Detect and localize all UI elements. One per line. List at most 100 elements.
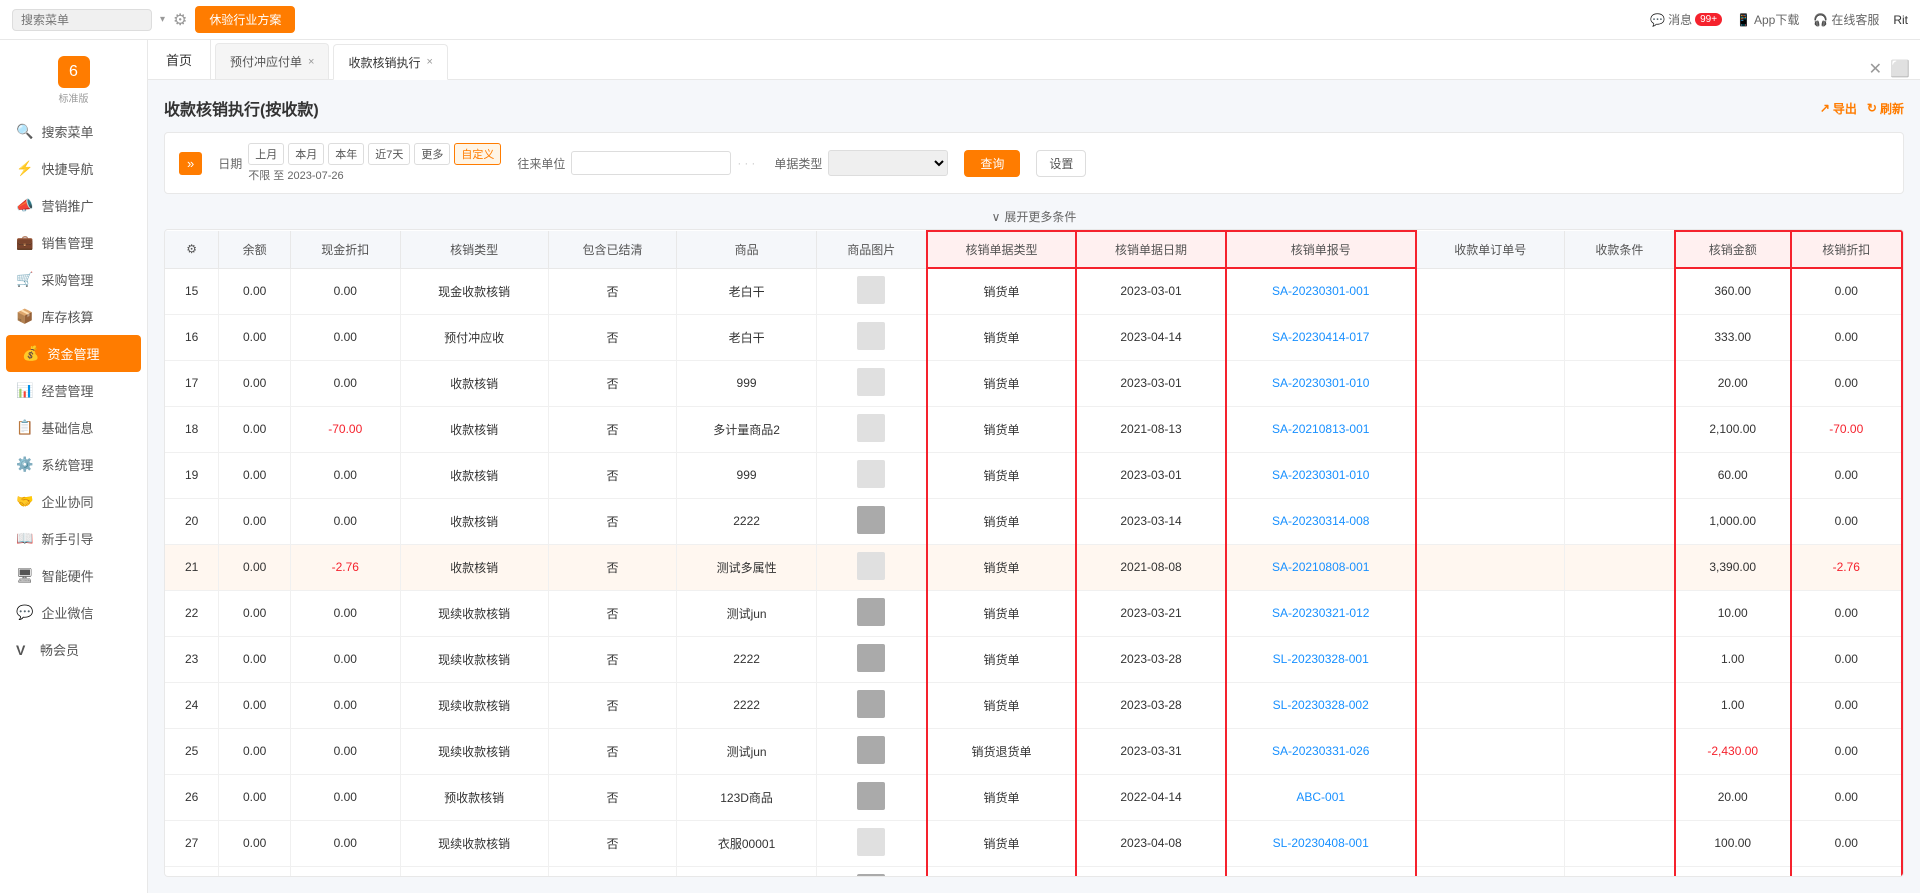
cell-receipt-condition bbox=[1564, 636, 1675, 682]
maximize-icon[interactable]: ⬜ bbox=[1890, 59, 1910, 79]
sidebar-item-finance[interactable]: 💰 资金管理 bbox=[6, 335, 141, 372]
voucher-type-select[interactable] bbox=[828, 150, 948, 176]
tab-prepayment-close[interactable]: × bbox=[308, 56, 314, 68]
sidebar-item-quicknav[interactable]: ⚡ 快捷导航 bbox=[0, 150, 147, 187]
sidebar-item-member[interactable]: V 畅会员 bbox=[0, 631, 147, 668]
cell-cancel-discount: -70.00 bbox=[1791, 406, 1902, 452]
sidebar-item-enterprise[interactable]: 🤝 企业协同 bbox=[0, 483, 147, 520]
refresh-icon: ↻ bbox=[1867, 101, 1877, 115]
cell-product-image bbox=[816, 406, 927, 452]
cell-receipt-condition bbox=[1564, 590, 1675, 636]
th-cancel-bill-date: 核销单据日期 bbox=[1076, 231, 1225, 268]
sidebar-item-hardware[interactable]: 🖥 智能硬件 bbox=[0, 557, 147, 594]
sidebar-item-system[interactable]: ⚙️ 系统管理 bbox=[0, 446, 147, 483]
sidebar-item-purchase[interactable]: 🛒 采购管理 bbox=[0, 261, 147, 298]
cell-include-settled: 否 bbox=[548, 314, 677, 360]
sidebar-item-marketing[interactable]: 📣 营销推广 bbox=[0, 187, 147, 224]
th-cancel-discount: 核销折扣 bbox=[1791, 231, 1902, 268]
cell-cancel-bill-no[interactable]: SA-20230301-010 bbox=[1226, 360, 1416, 406]
date-btn-more[interactable]: 更多 bbox=[414, 143, 450, 165]
close-window-icon[interactable]: ✕ bbox=[1869, 59, 1882, 79]
cell-cancel-bill-no[interactable]: SA-20230301-010 bbox=[1226, 452, 1416, 498]
cell-cancel-bill-no[interactable]: SA-20230331-026 bbox=[1226, 728, 1416, 774]
cell-cash-discount: 0.00 bbox=[290, 682, 400, 728]
logo-icon: 6 bbox=[58, 56, 90, 88]
cell-cash-discount: 0.00 bbox=[290, 820, 400, 866]
message-section[interactable]: 💬 消息 99+ bbox=[1650, 11, 1722, 28]
tab-home[interactable]: 首页 bbox=[148, 40, 211, 79]
table-row: 17 0.00 0.00 收款核销 否 999 销货单 2023-03-01 S… bbox=[165, 360, 1902, 406]
tab-cancel-execution[interactable]: 收款核销执行 × bbox=[333, 44, 447, 80]
th-cancel-bill-no: 核销单报号 bbox=[1226, 231, 1416, 268]
app-download[interactable]: 📱 App下载 bbox=[1736, 11, 1799, 28]
cell-product: 999 bbox=[677, 360, 816, 406]
date-btn-7days[interactable]: 近7天 bbox=[368, 143, 410, 165]
cell-cancel-bill-no[interactable]: ABC-001 bbox=[1226, 774, 1416, 820]
solution-button[interactable]: 休验行业方案 bbox=[195, 6, 295, 33]
filter-toggle-button[interactable]: » bbox=[179, 152, 202, 175]
cell-cancel-bill-no[interactable]: SL-20230408-001 bbox=[1226, 820, 1416, 866]
cell-product: 2222 bbox=[677, 682, 816, 728]
data-table: ⚙ 余额 现金折扣 核销类型 包含已结清 商品 商品图片 核销单据类型 核销单据… bbox=[165, 230, 1903, 877]
cell-cash-discount: 0.00 bbox=[290, 636, 400, 682]
setting-button[interactable]: 设置 bbox=[1036, 150, 1086, 177]
date-btn-this-month[interactable]: 本月 bbox=[288, 143, 324, 165]
cell-cancel-discount: -2.76 bbox=[1791, 544, 1902, 590]
cell-cancel-bill-no[interactable]: SL-20230328-002 bbox=[1226, 682, 1416, 728]
cell-cancel-bill-no[interactable]: SL-20230418-001 bbox=[1226, 866, 1416, 877]
th-gear[interactable]: ⚙ bbox=[165, 231, 219, 268]
cell-cancel-amount: 10.00 bbox=[1675, 590, 1791, 636]
cell-cancel-bill-no[interactable]: SL-20230328-001 bbox=[1226, 636, 1416, 682]
cell-include-settled: 否 bbox=[548, 774, 677, 820]
search-input[interactable] bbox=[12, 9, 152, 31]
settings-icon[interactable]: ⚙ bbox=[173, 10, 187, 30]
date-range-section: 上月 本月 本年 近7天 更多 自定义 不限 至 2023-07-26 bbox=[248, 143, 501, 183]
query-button[interactable]: 查询 bbox=[964, 150, 1020, 177]
cell-include-settled: 否 bbox=[548, 636, 677, 682]
sidebar-item-wechat[interactable]: 💬 企业微信 bbox=[0, 594, 147, 631]
cell-product-image bbox=[816, 682, 927, 728]
cell-cancel-bill-no[interactable]: SA-20230414-017 bbox=[1226, 314, 1416, 360]
cell-cancel-bill-no[interactable]: SA-20210813-001 bbox=[1226, 406, 1416, 452]
tab-cancel-execution-label: 收款核销执行 bbox=[348, 54, 420, 71]
cell-cancel-type: 现续收款核销 bbox=[400, 820, 548, 866]
cell-cancel-bill-no[interactable]: SA-20210808-001 bbox=[1226, 544, 1416, 590]
sidebar-item-guide[interactable]: 📖 新手引导 bbox=[0, 520, 147, 557]
export-button[interactable]: ↗ 导出 bbox=[1820, 100, 1857, 117]
sidebar-item-inventory[interactable]: 📦 库存核算 bbox=[0, 298, 147, 335]
cell-cash-discount: 0.00 bbox=[290, 498, 400, 544]
table-row: 22 0.00 0.00 现续收款核销 否 测试jun 销货单 2023-03-… bbox=[165, 590, 1902, 636]
content-area: 首页 预付冲应付单 × 收款核销执行 × ✕ ⬜ 收款核销执行(按收款) ↗ bbox=[148, 40, 1920, 893]
message-label: 消息 bbox=[1668, 11, 1692, 28]
cell-include-settled: 否 bbox=[548, 452, 677, 498]
expand-more-icon: ∨ bbox=[992, 210, 1001, 224]
partner-dots[interactable]: ··· bbox=[737, 156, 758, 170]
cell-cancel-bill-type: 销货单 bbox=[927, 820, 1076, 866]
cell-cancel-bill-no[interactable]: SA-20230314-008 bbox=[1226, 498, 1416, 544]
sidebar-label-enterprise: 企业协同 bbox=[41, 492, 93, 511]
cell-balance: 0.00 bbox=[219, 728, 291, 774]
date-btn-this-year[interactable]: 本年 bbox=[328, 143, 364, 165]
user-name[interactable]: Rit bbox=[1893, 13, 1908, 27]
table-row: 27 0.00 0.00 现续收款核销 否 衣服00001 销货单 2023-0… bbox=[165, 820, 1902, 866]
cell-cancel-bill-no[interactable]: SA-20230301-001 bbox=[1226, 268, 1416, 314]
logo-subtitle: 标准版 bbox=[59, 90, 89, 105]
sidebar-item-search[interactable]: 🔍 搜索菜单 bbox=[0, 113, 147, 150]
sidebar-item-operations[interactable]: 📊 经营管理 bbox=[0, 372, 147, 409]
expand-more-row[interactable]: ∨ 展开更多条件 bbox=[164, 208, 1904, 225]
date-btn-last-month[interactable]: 上月 bbox=[248, 143, 284, 165]
sidebar-item-sales[interactable]: 💼 销售管理 bbox=[0, 224, 147, 261]
refresh-button[interactable]: ↻ 刷新 bbox=[1867, 100, 1904, 117]
tab-cancel-execution-close[interactable]: × bbox=[426, 56, 432, 68]
cell-cancel-bill-no[interactable]: SA-20230321-012 bbox=[1226, 590, 1416, 636]
cell-cancel-amount: 1.00 bbox=[1675, 636, 1791, 682]
online-service[interactable]: 🎧 在线客服 bbox=[1813, 11, 1879, 28]
cell-cash-discount: -70.00 bbox=[290, 406, 400, 452]
partner-filter-input[interactable] bbox=[571, 151, 731, 175]
cell-cancel-bill-date: 2023-03-28 bbox=[1076, 636, 1225, 682]
tab-prepayment[interactable]: 预付冲应付单 × bbox=[215, 43, 329, 79]
dropdown-arrow-icon[interactable]: ▾ bbox=[160, 14, 165, 25]
table-row: 25 0.00 0.00 现续收款核销 否 测试jun 销货退货单 2023-0… bbox=[165, 728, 1902, 774]
date-btn-custom[interactable]: 自定义 bbox=[454, 143, 501, 165]
sidebar-item-basic-info[interactable]: 📋 基础信息 bbox=[0, 409, 147, 446]
